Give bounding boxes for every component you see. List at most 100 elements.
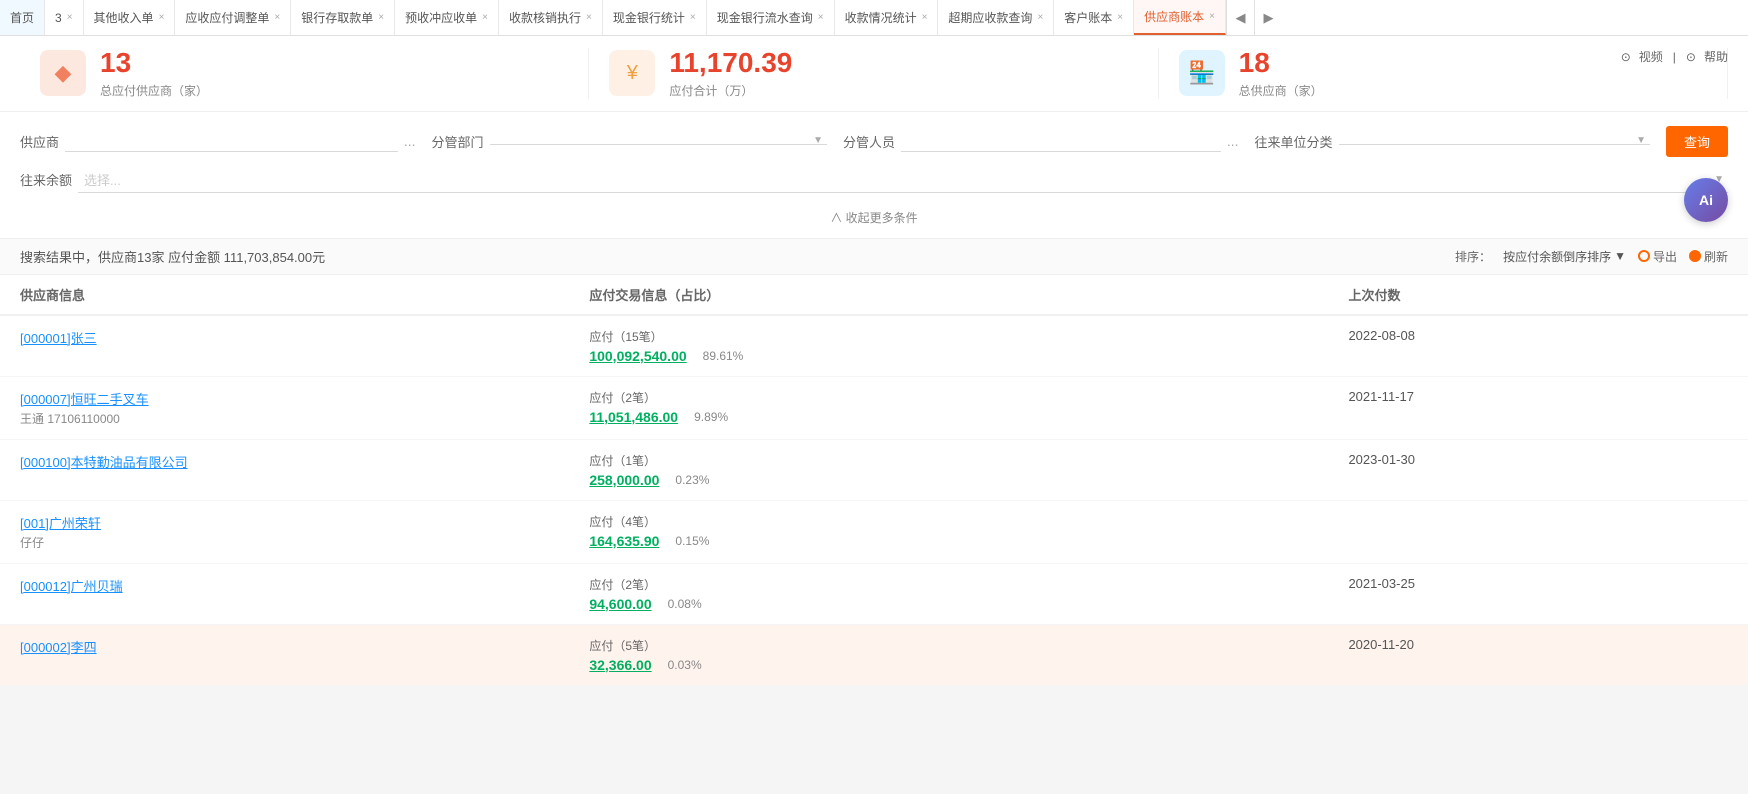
nav-tab-home[interactable]: 首页 <box>0 0 45 35</box>
trans-amount-1[interactable]: 11,051,486.00 <box>589 409 678 425</box>
help-link[interactable]: 帮助 <box>1704 48 1728 65</box>
nav-tab-bank-deposit[interactable]: 银行存取款单 × <box>291 0 395 35</box>
supplier-link-4[interactable]: [000012]广州贝瑞 <box>20 576 589 595</box>
supplier-link-0[interactable]: [000001]张三 <box>20 328 589 347</box>
trans-count-0: 应付（15笔） <box>589 328 1348 345</box>
nav-tab-pre-collect[interactable]: 预收冲应收单 × <box>395 0 499 35</box>
nav-tab-supplier-account-close[interactable]: × <box>1209 11 1215 22</box>
trans-percent-4: 0.08% <box>668 597 702 611</box>
trans-amount-2[interactable]: 258,000.00 <box>589 472 659 488</box>
transaction-cell-3: 应付（4笔） 164,635.90 0.15% <box>589 513 1348 549</box>
nav-tab-other-income-close[interactable]: × <box>159 12 165 23</box>
ai-assistant-button[interactable]: Ai <box>1684 178 1728 222</box>
refresh-button[interactable]: 刷新 <box>1689 248 1728 265</box>
nav-tab-adjustment[interactable]: 应收应付调整单 × <box>175 0 291 35</box>
trans-amount-5[interactable]: 32,366.00 <box>589 657 651 673</box>
summary-item-total-payable: ¥ 11,170.39 应付合计（万） <box>589 48 1158 99</box>
dept-chevron-icon: ▼ <box>813 135 823 146</box>
supplier-dots-icon[interactable]: ... <box>404 133 416 149</box>
lastpay-cell-1: 2021-11-17 <box>1348 389 1728 404</box>
sort-chevron-icon: ▼ <box>1614 249 1626 263</box>
collapse-label: ∧ 收起更多条件 <box>830 211 917 225</box>
nav-tab-collect-stat[interactable]: 收款情况统计 × <box>835 0 939 35</box>
trans-count-4: 应付（2笔） <box>589 576 1348 593</box>
trans-row-3: 164,635.90 0.15% <box>589 533 1348 549</box>
supplier-link-3[interactable]: [001]广州荣轩 <box>20 513 589 532</box>
nav-next-button[interactable]: ▶ <box>1254 0 1282 35</box>
video-link[interactable]: 视频 <box>1639 48 1663 65</box>
trans-amount-0[interactable]: 100,092,540.00 <box>589 348 686 364</box>
dept-select[interactable]: ▼ <box>490 138 827 145</box>
nav-tab-collect-stat-close[interactable]: × <box>922 12 928 23</box>
nav-tab-bank-deposit-close[interactable]: × <box>378 12 384 23</box>
nav-tab-verify[interactable]: 收款核销执行 × <box>499 0 603 35</box>
sort-option-label: 按应付余额倒序排序 <box>1503 248 1611 265</box>
nav-tab-supplier-account[interactable]: 供应商账本 × <box>1134 0 1226 35</box>
trans-amount-4[interactable]: 94,600.00 <box>589 596 651 612</box>
trans-row-2: 258,000.00 0.23% <box>589 472 1348 488</box>
table-row[interactable]: [000100]本特勤油品有限公司 应付（1笔） 258,000.00 0.23… <box>0 440 1748 501</box>
transaction-cell-1: 应付（2笔） 11,051,486.00 9.89% <box>589 389 1348 425</box>
refresh-label: 刷新 <box>1704 248 1728 265</box>
nav-tab-other-income[interactable]: 其他收入单 × <box>84 0 176 35</box>
person-dots-icon[interactable]: ... <box>1227 133 1239 149</box>
nav-tab-cash-flow-close[interactable]: × <box>818 12 824 23</box>
category-filter: 往来单位分类 ▼ <box>1255 132 1651 151</box>
trans-count-5: 应付（5笔） <box>589 637 1348 654</box>
result-text: 搜索结果中，供应商13家 应付金额 111,703,854.00元 <box>20 247 325 266</box>
divider: | <box>1673 50 1676 64</box>
result-bar: 搜索结果中，供应商13家 应付金额 111,703,854.00元 排序： 按应… <box>0 239 1748 275</box>
balance-select[interactable]: 选择... ▼ <box>78 167 1728 193</box>
nav-prev-button[interactable]: ◀ <box>1226 0 1254 35</box>
query-button[interactable]: 查询 <box>1666 126 1728 157</box>
person-label: 分管人员 <box>843 132 895 151</box>
store-icon: 🏪 <box>1179 50 1225 96</box>
summary-item-payable-suppliers: ◆ 13 总应付供应商（家） <box>20 48 589 99</box>
table-row[interactable]: [000007]恒旺二手叉车 王通 17106110000 应付（2笔） 11,… <box>0 377 1748 440</box>
category-select[interactable]: ▼ <box>1339 138 1650 145</box>
ai-label: Ai <box>1699 192 1713 208</box>
person-input[interactable] <box>901 130 1221 152</box>
total-suppliers-label: 总供应商（家） <box>1239 82 1323 99</box>
nav-tab-overdue[interactable]: 超期应收款查询 × <box>938 0 1054 35</box>
collapse-bar[interactable]: ∧ 收起更多条件 <box>20 203 1728 232</box>
filter-bar: 供应商 ... 分管部门 ▼ 分管人员 ... 往来单位分类 ▼ 查询 往来 <box>0 112 1748 239</box>
nav-tab-customer-account-close[interactable]: × <box>1117 12 1123 23</box>
supplier-cell-1: [000007]恒旺二手叉车 王通 17106110000 <box>20 389 589 427</box>
table-row[interactable]: [000012]广州贝瑞 应付（2笔） 94,600.00 0.08% 2021… <box>0 564 1748 625</box>
nav-tab-overdue-close[interactable]: × <box>1037 12 1043 23</box>
nav-tab-3-close[interactable]: × <box>67 12 73 23</box>
supplier-cell-2: [000100]本特勤油品有限公司 <box>20 452 589 471</box>
filter-row-1: 供应商 ... 分管部门 ▼ 分管人员 ... 往来单位分类 ▼ 查询 <box>20 126 1728 157</box>
table-row[interactable]: [000001]张三 应付（15笔） 100,092,540.00 89.61%… <box>0 316 1748 377</box>
nav-tab-home-label: 首页 <box>10 9 34 26</box>
table-row[interactable]: [000002]李四 应付（5笔） 32,366.00 0.03% 2020-1… <box>0 625 1748 686</box>
diamond-icon: ◆ <box>40 50 86 96</box>
nav-tab-pre-collect-close[interactable]: × <box>482 12 488 23</box>
nav-tab-adjustment-close[interactable]: × <box>274 12 280 23</box>
lastpay-cell-5: 2020-11-20 <box>1348 637 1728 652</box>
supplier-input[interactable] <box>65 130 398 152</box>
trans-row-5: 32,366.00 0.03% <box>589 657 1348 673</box>
nav-tab-cash-flow[interactable]: 现金银行流水查询 × <box>707 0 835 35</box>
payable-suppliers-number: 13 <box>100 48 208 79</box>
supplier-cell-4: [000012]广州贝瑞 <box>20 576 589 595</box>
nav-tab-customer-account[interactable]: 客户账本 × <box>1054 0 1134 35</box>
refresh-icon <box>1689 250 1701 262</box>
total-payable-label: 应付合计（万） <box>669 82 792 99</box>
sort-select[interactable]: 按应付余额倒序排序 ▼ <box>1503 248 1626 265</box>
nav-tab-3[interactable]: 3 × <box>45 0 84 35</box>
summary-bar: ◆ 13 总应付供应商（家） ¥ 11,170.39 应付合计（万） 🏪 18 … <box>0 36 1748 112</box>
supplier-link-1[interactable]: [000007]恒旺二手叉车 <box>20 389 589 408</box>
supplier-link-5[interactable]: [000002]李四 <box>20 637 589 656</box>
nav-tab-verify-close[interactable]: × <box>586 12 592 23</box>
table-header: 供应商信息 应付交易信息（占比） 上次付数 <box>0 275 1748 316</box>
export-button[interactable]: 导出 <box>1638 248 1677 265</box>
trans-amount-3[interactable]: 164,635.90 <box>589 533 659 549</box>
trans-percent-2: 0.23% <box>675 473 709 487</box>
table-row[interactable]: [001]广州荣轩 仔仔 应付（4笔） 164,635.90 0.15% <box>0 501 1748 564</box>
nav-tab-cash-stat[interactable]: 现金银行统计 × <box>603 0 707 35</box>
supplier-link-2[interactable]: [000100]本特勤油品有限公司 <box>20 452 589 471</box>
result-actions: 排序： 按应付余额倒序排序 ▼ 导出 刷新 <box>1455 248 1728 265</box>
nav-tab-cash-stat-close[interactable]: × <box>690 12 696 23</box>
